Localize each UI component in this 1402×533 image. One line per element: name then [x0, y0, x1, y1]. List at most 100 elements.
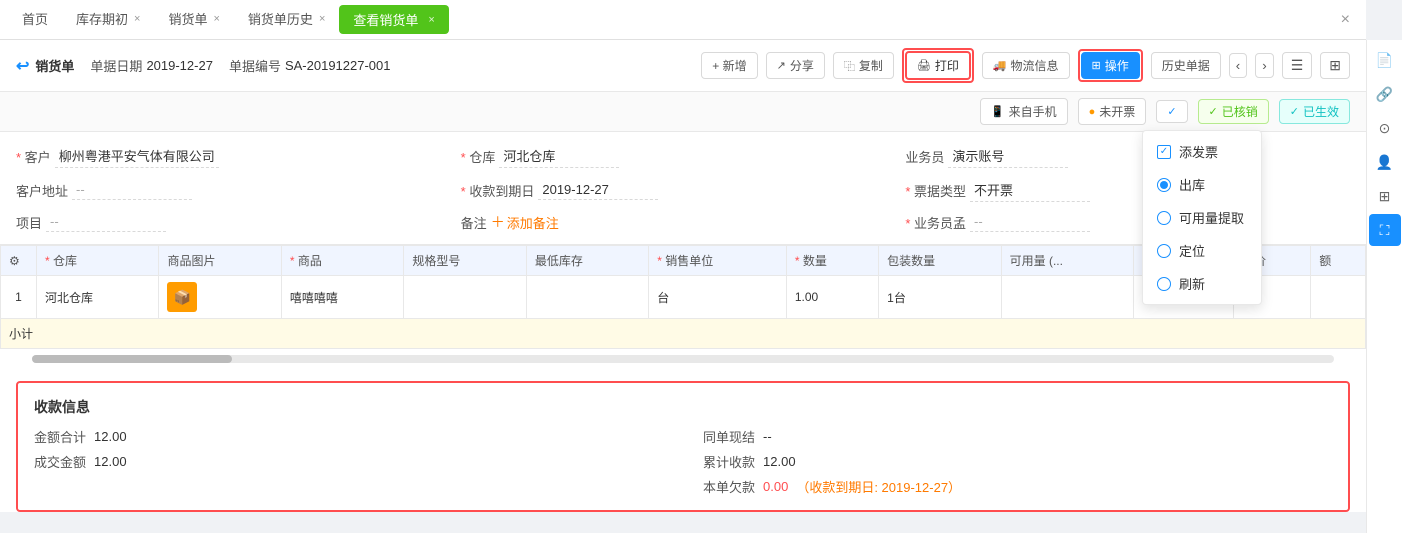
customer-field: 客户 柳州粤港平安气体有限公司	[16, 144, 461, 168]
tab-sales[interactable]: 销货单 ×	[154, 0, 233, 40]
address-field: 客户地址 --	[16, 180, 461, 200]
sidebar-expand-button[interactable]: ⛶	[1369, 214, 1401, 246]
payment-grid: 金额合计 12.00 同单现结 -- 成交金额 12.00 累计收款 12.00…	[34, 427, 1332, 496]
th-amount: 额	[1311, 246, 1366, 276]
tab-sales-history-close[interactable]: ×	[319, 13, 325, 25]
product-image: 📦	[167, 282, 197, 312]
cancelled-badge[interactable]: ✓ 已核销	[1198, 99, 1269, 124]
row-package-qty[interactable]: 1台	[879, 276, 1001, 319]
dropdown-locate[interactable]: 定位	[1143, 234, 1261, 267]
history-button[interactable]: 历史单据	[1151, 52, 1221, 79]
tab-inventory-close[interactable]: ×	[134, 13, 140, 25]
th-min-stock: 最低库存	[526, 246, 648, 276]
project-field: 项目 --	[16, 212, 461, 232]
outbound-radio[interactable]	[1157, 178, 1171, 192]
amount-row: 金额合计 12.00	[34, 427, 663, 446]
copy-button[interactable]: ⿻ 复制	[833, 52, 894, 79]
row-product[interactable]: 嘻嘻嘻嘻	[281, 276, 403, 319]
sidebar-user-button[interactable]: 👤	[1369, 146, 1401, 178]
th-unit: 销售单位	[649, 246, 787, 276]
tab-view-sales[interactable]: 查看销货单 ×	[339, 5, 448, 34]
doc-number-field: 单据编号 SA-20191227-001	[229, 56, 391, 75]
row-warehouse[interactable]: 河北仓库	[37, 276, 159, 319]
row-spec[interactable]	[404, 276, 526, 319]
doc-actions: + 新增 ↗ 分享 ⿻ 复制 🖨 打印 🚚	[701, 48, 1350, 83]
subtotal-label: 小计	[1, 319, 1366, 349]
dropdown-menu: 添发票 出库 可用量提取 定位 刷新	[1142, 130, 1262, 305]
share-button[interactable]: ↗ 分享	[766, 52, 825, 79]
warehouse-field: 仓库 河北仓库	[461, 144, 906, 168]
window-close-button[interactable]: ×	[1333, 11, 1358, 29]
from-phone-button[interactable]: 📱 来自手机	[980, 98, 1068, 125]
ticket-type-field: 票据类型 不开票	[905, 178, 1350, 202]
not-open-ticket-button[interactable]: ● 未开票	[1078, 98, 1147, 125]
same-order-row: 同单现结 --	[703, 427, 1332, 446]
overdue-row: 本单欠款 0.00 （收款到期日: 2019-12-27）	[703, 477, 1332, 496]
table-scrollbar[interactable]	[32, 355, 1334, 363]
prev-button[interactable]: ‹	[1229, 53, 1247, 78]
row-quantity[interactable]: 1.00	[786, 276, 878, 319]
payment-title: 收款信息	[34, 397, 1332, 417]
add-note-button[interactable]: ＋ 添加备注	[491, 212, 559, 232]
list-view-button[interactable]: ☰	[1282, 52, 1313, 79]
sidebar-settings-button[interactable]: ⊙	[1369, 112, 1401, 144]
sidebar-document-button[interactable]: 📄	[1369, 44, 1401, 76]
tab-view-sales-close[interactable]: ×	[428, 14, 434, 26]
tab-home[interactable]: 首页	[8, 0, 62, 40]
effective-badge[interactable]: ✓ 已生效	[1279, 99, 1350, 124]
operate-highlight: ⊞ 操作	[1078, 49, 1143, 82]
dropdown-refresh[interactable]: 刷新	[1143, 267, 1261, 300]
row-product-img: 📦	[159, 276, 281, 319]
tab-sales-history[interactable]: 销货单历史 ×	[234, 0, 339, 40]
doc-title: ↩ 销货单	[16, 56, 74, 76]
th-spec: 规格型号	[404, 246, 526, 276]
due-date-field: 收款到期日 2019-12-27	[461, 180, 906, 200]
row-min-stock[interactable]	[526, 276, 648, 319]
locate-radio[interactable]	[1157, 244, 1171, 258]
document-header: ↩ 销货单 单据日期 2019-12-27 单据编号 SA-20191227-0…	[0, 40, 1366, 92]
doc-icon: ↩	[16, 56, 29, 76]
doc-title-text: 销货单	[35, 56, 74, 75]
th-product-img: 商品图片	[159, 246, 281, 276]
note-field: 备注 ＋ 添加备注	[461, 212, 906, 232]
sidebar-grid-button[interactable]: ⊞	[1369, 180, 1401, 212]
table-scrollbar-thumb[interactable]	[32, 355, 232, 363]
salesperson-field: 业务员 演示账号	[905, 144, 1350, 168]
payment-section: 收款信息 金额合计 12.00 同单现结 -- 成交金额 12.00 累计收款 …	[16, 381, 1350, 512]
print-button[interactable]: 🖨 打印	[905, 51, 971, 80]
doc-date-field: 单据日期 2019-12-27	[90, 56, 213, 75]
th-product: 商品	[281, 246, 403, 276]
dropdown-available-qty[interactable]: 可用量提取	[1143, 201, 1261, 234]
sidebar-link-button[interactable]: 🔗	[1369, 78, 1401, 110]
subtotal-row: 小计	[1, 319, 1366, 349]
row-num: 1	[1, 276, 37, 319]
row-amount[interactable]	[1311, 276, 1366, 319]
dropdown-outbound[interactable]: 出库	[1143, 168, 1261, 201]
th-package-qty: 包装数量	[879, 246, 1001, 276]
th-quantity: 数量	[786, 246, 878, 276]
th-warehouse: 仓库	[37, 246, 159, 276]
doc-meta: 单据日期 2019-12-27 单据编号 SA-20191227-001	[90, 56, 390, 75]
dropdown-add-invoice[interactable]: 添发票	[1143, 135, 1261, 168]
next-button[interactable]: ›	[1255, 53, 1273, 78]
right-sidebar: 📄 🔗 ⊙ 👤 ⊞ ⛶	[1366, 40, 1402, 533]
tab-inventory[interactable]: 库存期初 ×	[62, 0, 154, 40]
status-bar: 📱 来自手机 ● 未开票 ✓ ✓ 已核销 ✓ 已生效	[0, 92, 1366, 132]
print-highlight: 🖨 打印	[902, 48, 974, 83]
available-qty-radio[interactable]	[1157, 211, 1171, 225]
th-settings: ⚙	[1, 246, 37, 276]
salesperson2-field: 业务员孟 --	[905, 212, 1350, 232]
row-unit[interactable]: 台	[649, 276, 787, 319]
refresh-radio[interactable]	[1157, 277, 1171, 291]
add-invoice-checkbox[interactable]	[1157, 145, 1171, 159]
logistics-button[interactable]: 🚚 物流信息	[982, 52, 1070, 79]
grid-view-button[interactable]: ⊞	[1320, 52, 1350, 79]
transaction-row: 成交金额 12.00	[34, 452, 663, 471]
check-button[interactable]: ✓	[1156, 100, 1187, 123]
operate-button[interactable]: ⊞ 操作	[1081, 52, 1140, 79]
row-available[interactable]	[1001, 276, 1134, 319]
tab-sales-close[interactable]: ×	[213, 13, 219, 25]
cumulative-row: 累计收款 12.00	[703, 452, 1332, 471]
new-button[interactable]: + 新增	[701, 52, 757, 79]
th-available: 可用量 (...	[1001, 246, 1134, 276]
